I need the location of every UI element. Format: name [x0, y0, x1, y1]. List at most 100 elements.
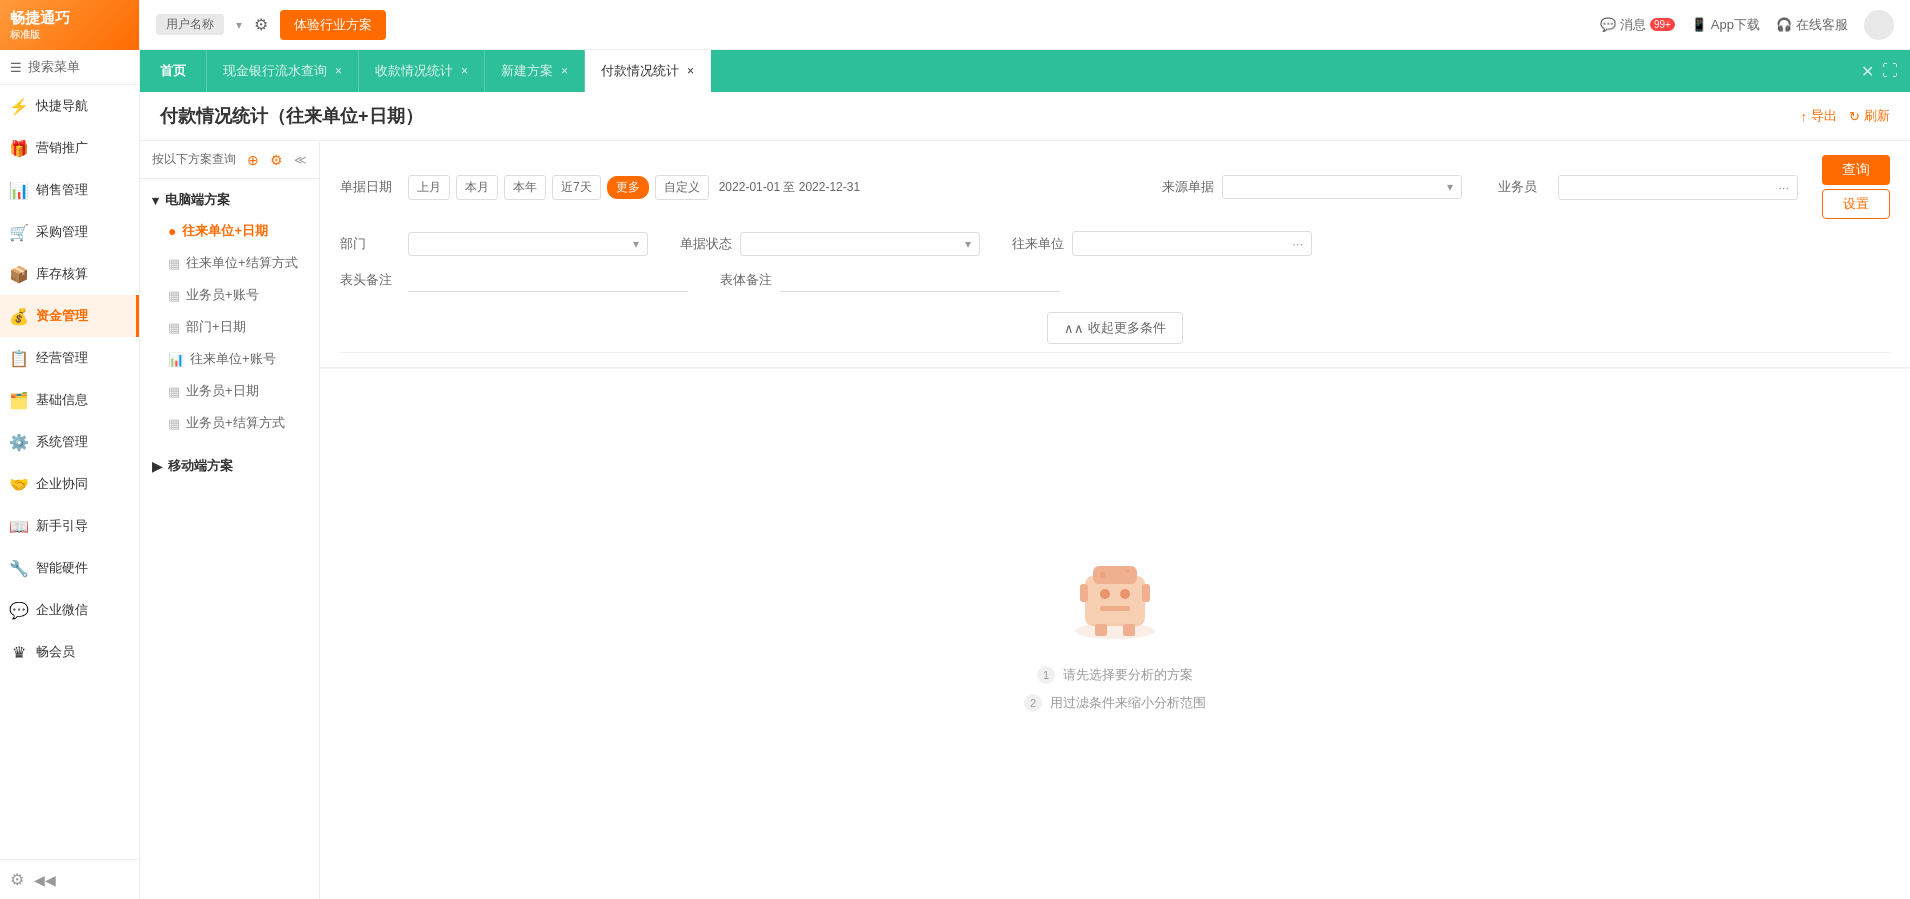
msg-badge: 99+	[1650, 18, 1675, 31]
filter-row-2: 部门 ▾ 单据状态 ▾ 往来单	[340, 231, 1890, 256]
dept-select-arrow-icon: ▾	[633, 237, 639, 251]
tab-bank[interactable]: 现金银行流水查询 ×	[207, 50, 359, 92]
date-btn-custom[interactable]: 自定义	[655, 175, 709, 200]
tab-receivable[interactable]: 收款情况统计 ×	[359, 50, 485, 92]
tab-new-scheme-label: 新建方案	[501, 62, 553, 80]
scheme-item-staff-settle[interactable]: ▦ 业务员+结算方式	[140, 407, 319, 439]
body-note-input[interactable]	[780, 268, 1060, 292]
status-select[interactable]: ▾	[740, 232, 980, 256]
set-btn[interactable]: 设置	[1822, 189, 1890, 219]
expand-window-icon[interactable]: ⛶	[1882, 62, 1898, 80]
sidebar-label-purchase: 采购管理	[36, 223, 88, 241]
source-select[interactable]: ▾	[1222, 175, 1462, 199]
scheme-item-dept-date[interactable]: ▦ 部门+日期	[140, 311, 319, 343]
unit-select[interactable]: ···	[1072, 231, 1312, 256]
topbar-gear-icon[interactable]: ⚙	[254, 15, 268, 34]
refresh-btn[interactable]: ↻ 刷新	[1849, 107, 1890, 125]
sidebar-item-guide[interactable]: 📖 新手引导	[0, 505, 139, 547]
tab-receivable-label: 收款情况统计	[375, 62, 453, 80]
sidebar-item-purchase[interactable]: 🛒 采购管理	[0, 211, 139, 253]
tabbar: 首页 现金银行流水查询 × 收款情况统计 × 新建方案 × 付款情况统计 × ✕…	[140, 50, 1910, 92]
scheme-group-arrow: ▾	[152, 193, 159, 208]
user-dropdown-icon[interactable]: ▾	[236, 18, 242, 32]
refresh-label: 刷新	[1864, 107, 1890, 125]
sidebar-item-quick-nav[interactable]: ⚡ 快捷导航	[0, 85, 139, 127]
sidebar-item-operation[interactable]: 📋 经营管理	[0, 337, 139, 379]
date-range-display: 2022-01-01 至 2022-12-31	[719, 179, 860, 196]
sidebar-label-vip: 畅会员	[36, 643, 75, 661]
avatar[interactable]	[1864, 10, 1894, 40]
sidebar-footer: ⚙ ◀◀	[0, 859, 139, 899]
date-btn-more[interactable]: 更多	[607, 176, 649, 199]
scheme-header-label: 按以下方案查询	[152, 151, 236, 168]
scheme-item-dept-date-label: 部门+日期	[186, 318, 246, 336]
sidebar-icon-marketing: 🎁	[10, 139, 28, 157]
header-note-input[interactable]	[408, 268, 688, 292]
scheme-collapse-btn[interactable]: ≪	[294, 153, 307, 167]
empty-illustration	[1055, 546, 1175, 646]
logo-sub: 标准版	[10, 28, 70, 42]
search-menu-item[interactable]: ☰ 搜索菜单	[0, 50, 139, 85]
collapse-btn[interactable]: ∧∧ 收起更多条件	[1047, 312, 1183, 344]
tab-home[interactable]: 首页	[140, 50, 207, 92]
date-btn-last-month[interactable]: 上月	[408, 175, 450, 200]
user-name-display[interactable]: 用户名称	[156, 14, 224, 35]
unit-label: 往来单位	[1012, 235, 1064, 253]
staff-select[interactable]: ···	[1558, 175, 1798, 200]
unit-ellipsis-icon: ···	[1292, 236, 1303, 251]
msg-icon: 💬	[1600, 17, 1616, 32]
scheme-item-staff-account[interactable]: ▦ 业务员+账号	[140, 279, 319, 311]
sidebar-label-guide: 新手引导	[36, 517, 88, 535]
sidebar-item-finance[interactable]: 💰 资金管理	[0, 295, 139, 337]
tab-new-scheme[interactable]: 新建方案 ×	[485, 50, 585, 92]
collapse-icon: ∧∧	[1064, 321, 1084, 336]
dept-select[interactable]: ▾	[408, 232, 648, 256]
tab-payment[interactable]: 付款情况统计 ×	[585, 50, 711, 92]
sidebar-item-inventory[interactable]: 📦 库存核算	[0, 253, 139, 295]
sidebar-item-sales[interactable]: 📊 销售管理	[0, 169, 139, 211]
tab-bank-close[interactable]: ×	[335, 64, 342, 78]
settings-icon[interactable]: ⚙	[10, 870, 24, 889]
sidebar-label-marketing: 营销推广	[36, 139, 88, 157]
date-btn-this-month[interactable]: 本月	[456, 175, 498, 200]
scheme-group-mobile-header[interactable]: ▶ 移动端方案	[140, 451, 319, 481]
scheme-group-desktop-header[interactable]: ▾ 电脑端方案	[140, 185, 319, 215]
scheme-gear-btn[interactable]: ⚙	[270, 152, 283, 168]
online-service-btn[interactable]: 🎧 在线客服	[1776, 16, 1848, 34]
sidebar-item-system[interactable]: ⚙️ 系统管理	[0, 421, 139, 463]
close-window-icon[interactable]: ✕	[1861, 62, 1874, 81]
sidebar-icon-inventory: 📦	[10, 265, 28, 283]
scheme-item-staff-date[interactable]: ▦ 业务员+日期	[140, 375, 319, 407]
app-download-btn[interactable]: 📱 App下载	[1691, 16, 1760, 34]
scheme-item-unit-account[interactable]: 📊 往来单位+账号	[140, 343, 319, 375]
query-btn[interactable]: 查询	[1822, 155, 1890, 185]
sidebar-icon-hardware: 🔧	[10, 559, 28, 577]
scheme-add-btn[interactable]: ⊕	[247, 152, 259, 168]
tab-spacer	[711, 50, 1849, 92]
trial-btn[interactable]: 体验行业方案	[280, 10, 386, 40]
app-label: App下载	[1711, 16, 1760, 34]
sidebar-item-hardware[interactable]: 🔧 智能硬件	[0, 547, 139, 589]
sidebar-item-wechat[interactable]: 💬 企业微信	[0, 589, 139, 631]
sidebar-item-basic[interactable]: 🗂️ 基础信息	[0, 379, 139, 421]
sidebar-item-marketing[interactable]: 🎁 营销推广	[0, 127, 139, 169]
scheme-item-unit-settle-label: 往来单位+结算方式	[186, 254, 298, 272]
logo-text: 畅捷通巧	[10, 9, 70, 26]
collapse-sidebar-btn[interactable]: ◀◀	[34, 872, 56, 888]
sidebar-item-enterprise[interactable]: 🤝 企业协同	[0, 463, 139, 505]
svg-rect-8	[1095, 624, 1107, 636]
sidebar-label-enterprise: 企业协同	[36, 475, 88, 493]
tab-receivable-close[interactable]: ×	[461, 64, 468, 78]
tab-new-scheme-close[interactable]: ×	[561, 64, 568, 78]
sidebar-logo: 畅捷通巧 标准版	[0, 0, 139, 50]
msg-btn[interactable]: 💬 消息 99+	[1600, 16, 1675, 34]
tab-payment-close[interactable]: ×	[687, 64, 694, 78]
main-area: 用户名称 ▾ ⚙ 体验行业方案 💬 消息 99+ 📱 App下载 🎧 在线客服 …	[140, 0, 1910, 899]
scheme-item-unit-settle[interactable]: ▦ 往来单位+结算方式	[140, 247, 319, 279]
sidebar-item-vip[interactable]: ♛ 畅会员	[0, 631, 139, 673]
date-btn-this-year[interactable]: 本年	[504, 175, 546, 200]
date-btn-7days[interactable]: 近7天	[552, 175, 601, 200]
export-btn[interactable]: ↑ 导出	[1801, 107, 1838, 125]
collapse-label: 收起更多条件	[1088, 319, 1166, 337]
scheme-item-unit-date[interactable]: ● 往来单位+日期	[140, 215, 319, 247]
